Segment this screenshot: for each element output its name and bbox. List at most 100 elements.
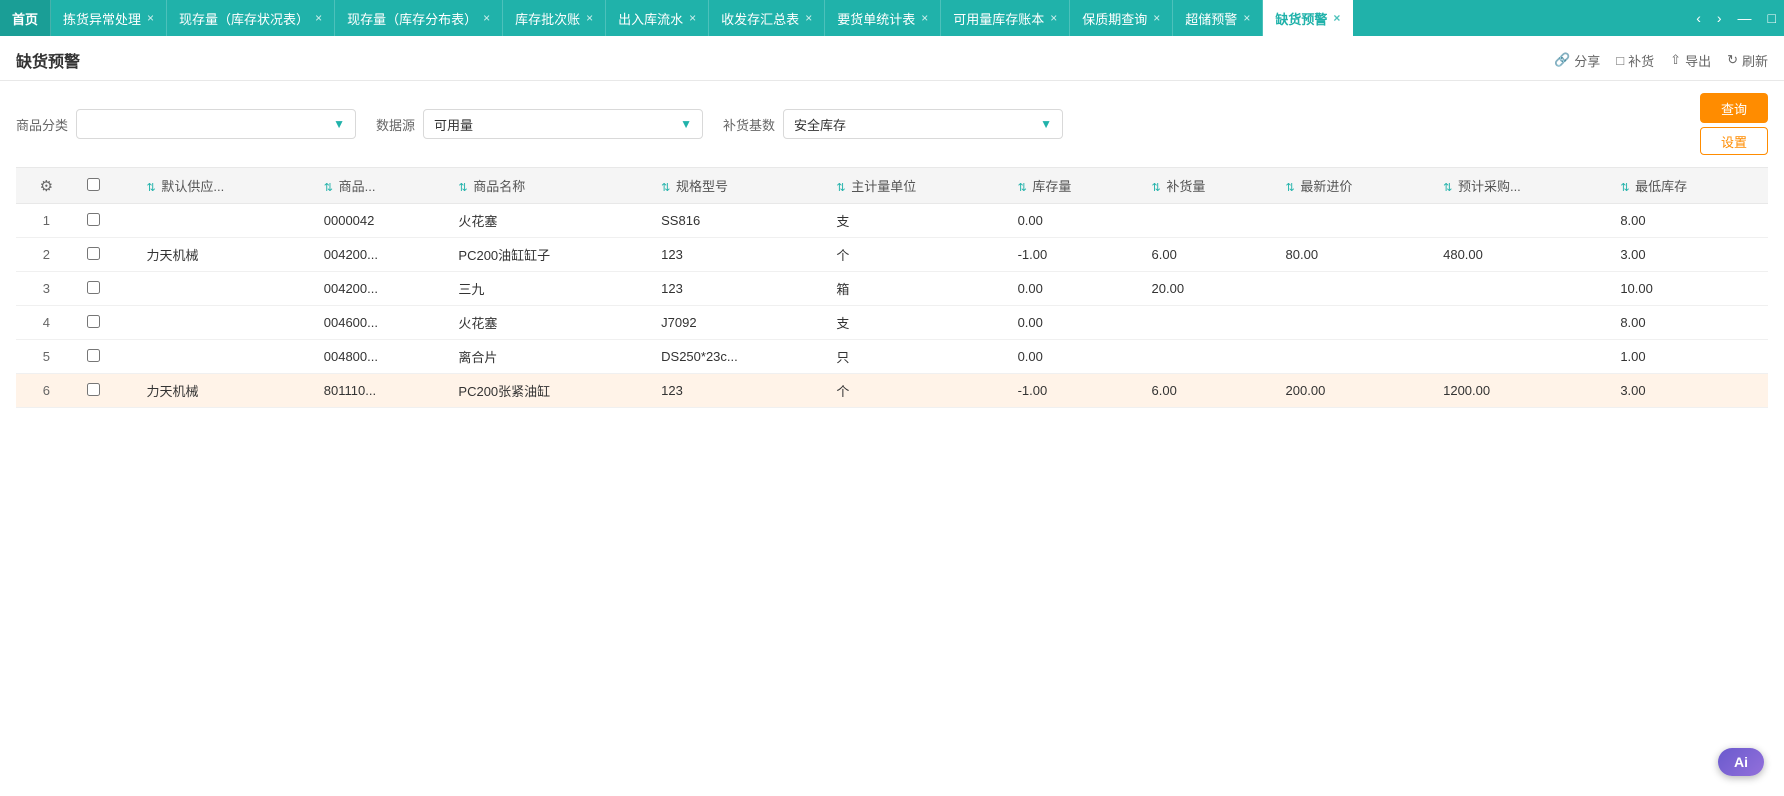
replenish-base-select[interactable]: 安全库存 ▼	[783, 109, 1063, 139]
tab-next-button[interactable]: ›	[1709, 0, 1730, 36]
row-unit: 支	[826, 204, 1007, 238]
close-tab-shortage[interactable]: ×	[1333, 11, 1340, 25]
datasource-arrow-icon: ▼	[680, 117, 692, 131]
close-tab-inv-status[interactable]: ×	[315, 11, 322, 25]
query-button[interactable]: 查询	[1700, 93, 1768, 123]
row-est-purchase	[1433, 306, 1610, 340]
tab-nav-buttons: ‹ › — □	[1688, 0, 1784, 36]
sort-sku-icon: ⇅	[324, 182, 333, 194]
row-stock: 0.00	[1008, 204, 1142, 238]
sort-price-icon: ⇅	[1286, 182, 1295, 194]
column-min-stock[interactable]: ⇅ 最低库存	[1610, 168, 1768, 204]
tab-maximize-button[interactable]: □	[1760, 0, 1784, 36]
select-all-checkbox[interactable]	[87, 178, 100, 191]
close-tab-flow[interactable]: ×	[689, 11, 696, 25]
row-supplier	[137, 340, 314, 374]
export-button[interactable]: ⇧ 导出	[1670, 51, 1711, 70]
filter-bar: 商品分类 ▼ 数据源 可用量 ▼ 补货基数 安全库存 ▼ 查询 设置	[0, 81, 1784, 167]
row-check	[77, 204, 137, 238]
replenish-base-value: 安全库存	[794, 115, 846, 134]
tab-overstock[interactable]: 超储预警 ×	[1173, 0, 1263, 36]
table-row: 3 004200... 三九 123 箱 0.00 20.00 10.00	[16, 272, 1768, 306]
row-name: PC200油缸缸子	[448, 238, 651, 272]
row-est-purchase: 1200.00	[1433, 374, 1610, 408]
row-check	[77, 306, 137, 340]
close-tab-defective[interactable]: ×	[147, 11, 154, 25]
column-sku[interactable]: ⇅ 商品...	[314, 168, 449, 204]
table-row: 1 0000042 火花塞 SS816 支 0.00 8.00	[16, 204, 1768, 238]
tab-shortage[interactable]: 缺货预警 ×	[1263, 0, 1353, 36]
tab-inventory-dist[interactable]: 现存量（库存分布表） ×	[335, 0, 503, 36]
tab-batch[interactable]: 库存批次账 ×	[503, 0, 606, 36]
row-spec: 123	[651, 272, 826, 306]
column-est-purchase[interactable]: ⇅ 预计采购...	[1433, 168, 1610, 204]
tab-inventory-status[interactable]: 现存量（库存状况表） ×	[167, 0, 335, 36]
close-tab-batch[interactable]: ×	[586, 11, 593, 25]
row-min-stock: 1.00	[1610, 340, 1768, 374]
column-replenish[interactable]: ⇅ 补货量	[1142, 168, 1276, 204]
sort-stock-icon: ⇅	[1018, 182, 1027, 194]
row-check	[77, 238, 137, 272]
close-tab-purchase[interactable]: ×	[921, 11, 928, 25]
row-replenish: 6.00	[1142, 238, 1276, 272]
row-checkbox[interactable]	[87, 315, 100, 328]
row-stock: -1.00	[1008, 374, 1142, 408]
replenish-button[interactable]: □ 补货	[1616, 51, 1654, 70]
filter-action-buttons: 查询 设置	[1700, 93, 1768, 155]
replenish-base-label: 补货基数	[723, 115, 775, 134]
replenish-icon: □	[1616, 53, 1624, 68]
tab-defective[interactable]: 拣货异常处理 ×	[51, 0, 167, 36]
column-name[interactable]: ⇅ 商品名称	[448, 168, 651, 204]
close-tab-available[interactable]: ×	[1050, 11, 1057, 25]
row-name: 离合片	[448, 340, 651, 374]
row-name: 火花塞	[448, 306, 651, 340]
close-tab-receipt[interactable]: ×	[805, 11, 812, 25]
column-stock[interactable]: ⇅ 库存量	[1008, 168, 1142, 204]
datasource-select[interactable]: 可用量 ▼	[423, 109, 703, 139]
refresh-button[interactable]: ↻ 刷新	[1727, 51, 1768, 70]
sort-spec-icon: ⇅	[661, 182, 670, 194]
row-name: 火花塞	[448, 204, 651, 238]
column-supplier[interactable]: ⇅ 默认供应...	[137, 168, 314, 204]
row-checkbox[interactable]	[87, 213, 100, 226]
row-checkbox[interactable]	[87, 383, 100, 396]
refresh-icon: ↻	[1727, 52, 1738, 68]
close-tab-inv-dist[interactable]: ×	[483, 11, 490, 25]
row-num: 2	[16, 238, 77, 272]
close-tab-expiry[interactable]: ×	[1153, 11, 1160, 25]
table-row: 5 004800... 离合片 DS250*23c... 只 0.00 1.00	[16, 340, 1768, 374]
row-checkbox[interactable]	[87, 281, 100, 294]
table-row: 2 力天机械 004200... PC200油缸缸子 123 个 -1.00 6…	[16, 238, 1768, 272]
ai-badge[interactable]: Ai	[1718, 748, 1764, 776]
close-tab-overstock[interactable]: ×	[1243, 11, 1250, 25]
tab-home[interactable]: 首页	[0, 0, 51, 36]
settings-button[interactable]: 设置	[1700, 127, 1768, 155]
row-checkbox[interactable]	[87, 247, 100, 260]
row-replenish	[1142, 340, 1276, 374]
category-select[interactable]: ▼	[76, 109, 356, 139]
tab-available[interactable]: 可用量库存账本 ×	[941, 0, 1070, 36]
row-stock: 0.00	[1008, 340, 1142, 374]
row-unit: 个	[826, 238, 1007, 272]
column-unit[interactable]: ⇅ 主计量单位	[826, 168, 1007, 204]
row-supplier	[137, 306, 314, 340]
tab-expiry[interactable]: 保质期查询 ×	[1070, 0, 1173, 36]
column-spec[interactable]: ⇅ 规格型号	[651, 168, 826, 204]
row-checkbox[interactable]	[87, 349, 100, 362]
tab-purchase-stat[interactable]: 要货单统计表 ×	[825, 0, 941, 36]
row-latest-price: 200.00	[1276, 374, 1434, 408]
column-latest-price[interactable]: ⇅ 最新进价	[1276, 168, 1434, 204]
row-min-stock: 3.00	[1610, 374, 1768, 408]
share-button[interactable]: 🔗 分享	[1554, 51, 1600, 70]
tab-minimize-button[interactable]: —	[1730, 0, 1760, 36]
tab-flow[interactable]: 出入库流水 ×	[606, 0, 709, 36]
row-spec: J7092	[651, 306, 826, 340]
tab-receipt[interactable]: 收发存汇总表 ×	[709, 0, 825, 36]
row-supplier: 力天机械	[137, 238, 314, 272]
category-filter-group: 商品分类 ▼	[16, 109, 356, 139]
table-settings-icon[interactable]: ⚙	[40, 178, 53, 195]
sort-min-icon: ⇅	[1620, 182, 1629, 194]
export-icon: ⇧	[1670, 52, 1681, 68]
tab-prev-button[interactable]: ‹	[1688, 0, 1709, 36]
row-supplier	[137, 204, 314, 238]
